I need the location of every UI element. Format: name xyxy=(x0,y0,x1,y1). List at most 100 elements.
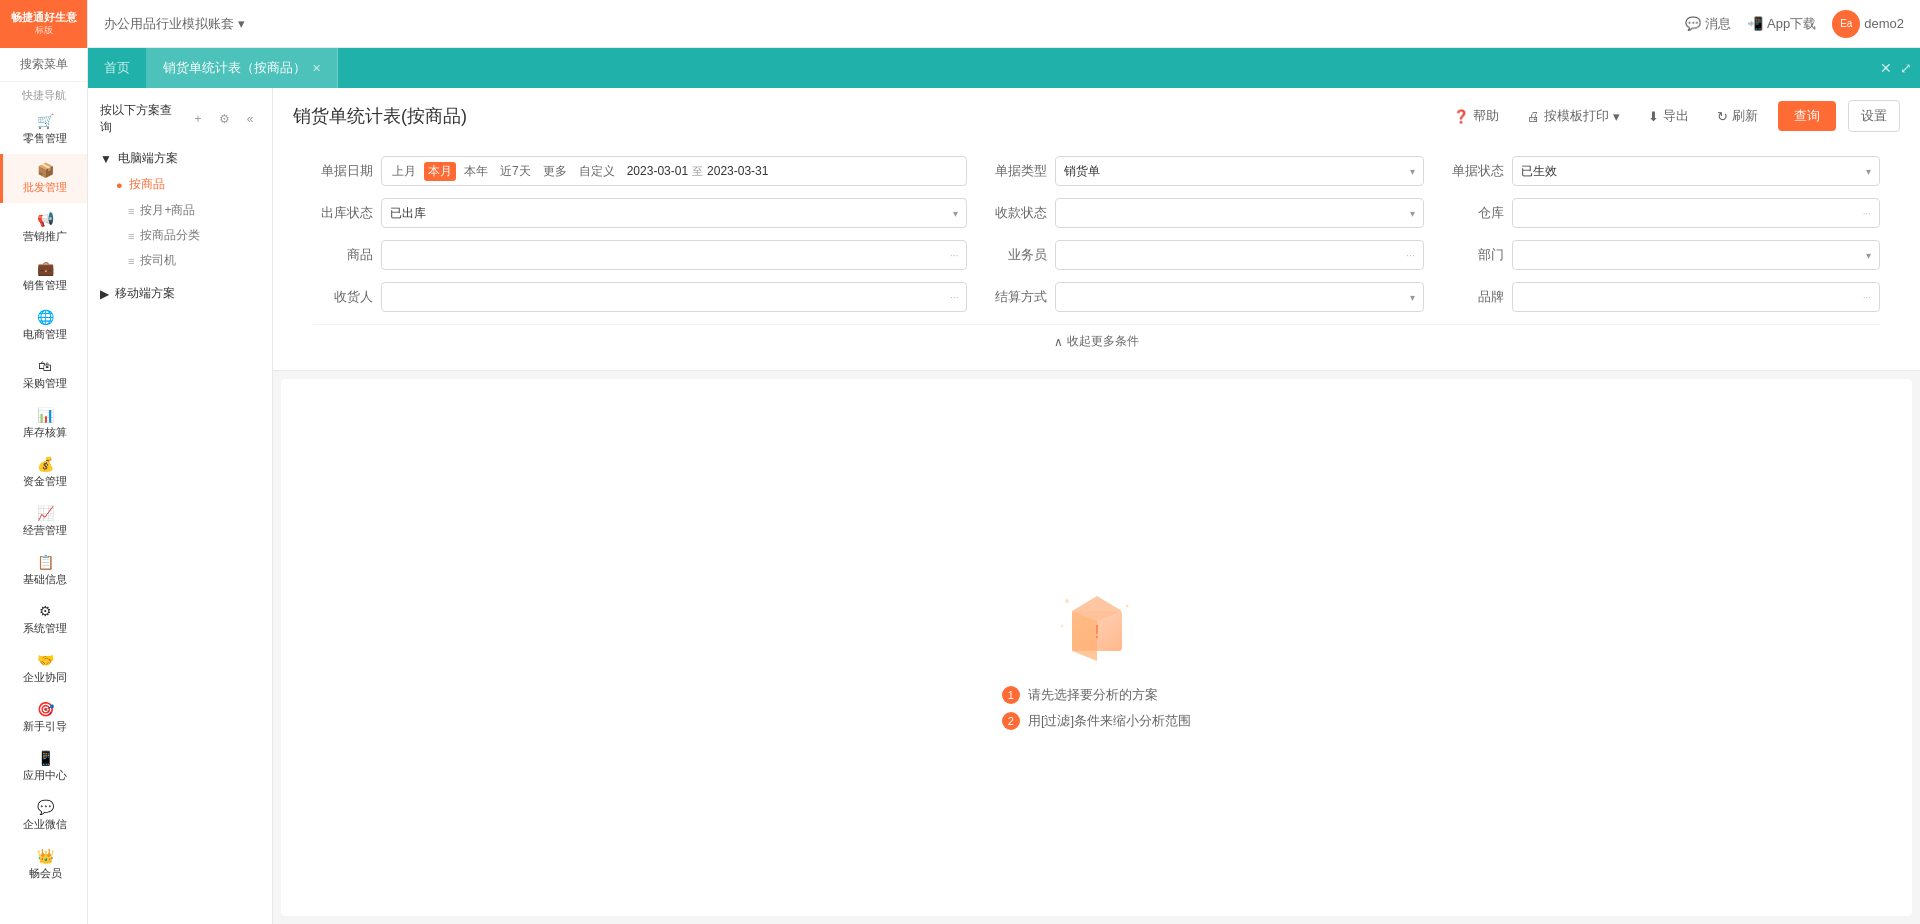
marketing-icon: 📢 xyxy=(37,211,54,227)
sidebar-item-corp[interactable]: 🤝 企业协同 xyxy=(0,644,87,693)
payment-field: 结算方式 ▾ xyxy=(987,282,1423,312)
tab-report-close-icon[interactable]: ✕ xyxy=(312,62,321,75)
user-name-label: demo2 xyxy=(1864,16,1904,31)
export-button[interactable]: ⬇ 导出 xyxy=(1640,103,1697,129)
svg-text:!: ! xyxy=(1094,622,1099,642)
message-button[interactable]: 💬 消息 xyxy=(1685,15,1731,33)
message-icon: 💬 xyxy=(1685,16,1701,31)
status-control[interactable]: 已生效 ▾ xyxy=(1512,156,1880,186)
scheme-by-product[interactable]: ● 按商品 xyxy=(88,171,272,198)
date-label: 单据日期 xyxy=(313,162,373,180)
page-title-row: 销货单统计表(按商品) ❓ 帮助 🖨 按模板打印 ▾ ⬇ xyxy=(293,100,1900,132)
sidebar-item-member[interactable]: 👑 畅会员 xyxy=(0,840,87,889)
date-to-value: 2023-03-31 xyxy=(707,164,768,178)
date-separator: 至 xyxy=(692,164,703,179)
mobile-scheme-header[interactable]: ▶ 移动端方案 xyxy=(88,281,272,306)
print-arrow-icon: ▾ xyxy=(1613,109,1620,124)
settings-scheme-button[interactable]: ⚙ xyxy=(214,109,234,129)
date-tab-7days[interactable]: 近7天 xyxy=(496,162,535,181)
desktop-scheme-arrow-icon: ▼ xyxy=(100,152,112,166)
product-control[interactable]: ··· xyxy=(381,240,967,270)
tab-close-button[interactable]: ✕ xyxy=(1880,60,1892,76)
sidebar-item-appstore[interactable]: 📱 应用中心 xyxy=(0,742,87,791)
search-menu-label[interactable]: 搜索菜单 xyxy=(6,56,81,73)
out-status-label: 出库状态 xyxy=(313,204,373,222)
dept-control[interactable]: ▾ xyxy=(1512,240,1880,270)
svg-point-4 xyxy=(1065,599,1069,603)
tab-report[interactable]: 销货单统计表（按商品） ✕ xyxy=(147,48,338,88)
date-field: 单据日期 上月 本月 本年 近7天 更多 自定义 20 xyxy=(313,156,967,186)
payment-label: 结算方式 xyxy=(987,288,1047,306)
date-range-control[interactable]: 上月 本月 本年 近7天 更多 自定义 2023-03-01 至 2023-03… xyxy=(381,156,967,186)
date-tab-custom[interactable]: 自定义 xyxy=(575,162,619,181)
warehouse-dots-icon: ··· xyxy=(1863,208,1871,219)
user-profile[interactable]: Ea demo2 xyxy=(1832,10,1904,38)
sidebar-item-weixin[interactable]: 💬 企业微信 xyxy=(0,791,87,840)
industry-select[interactable]: 办公用品行业模拟账套 ▾ xyxy=(104,15,245,33)
date-tab-lastmonth[interactable]: 上月 xyxy=(388,162,420,181)
out-status-control[interactable]: 已出库 ▾ xyxy=(381,198,967,228)
empty-tip-1: 1 请先选择要分析的方案 xyxy=(1002,686,1191,704)
print-button[interactable]: 🖨 按模板打印 ▾ xyxy=(1519,103,1628,129)
sidebar-item-wholesale[interactable]: 📦 批发管理 xyxy=(0,154,87,203)
page-actions: ❓ 帮助 🖨 按模板打印 ▾ ⬇ 导出 ↻ xyxy=(1445,100,1900,132)
scheme-by-month-product[interactable]: ≡ 按月+商品 xyxy=(88,198,272,223)
recv-status-control[interactable]: ▾ xyxy=(1055,198,1423,228)
mobile-scheme-arrow-icon: ▶ xyxy=(100,287,109,301)
brand-field: 品牌 ··· xyxy=(1444,282,1880,312)
tab-expand-button[interactable]: ⤢ xyxy=(1900,60,1912,76)
date-tab-more[interactable]: 更多 xyxy=(539,162,571,181)
message-label: 消息 xyxy=(1705,15,1731,33)
sidebar-item-system[interactable]: ⚙ 系统管理 xyxy=(0,595,87,644)
collapse-chevron-icon: ∧ xyxy=(1054,335,1063,349)
sidebar-item-operation[interactable]: 📈 经营管理 xyxy=(0,497,87,546)
avatar: Ea xyxy=(1832,10,1860,38)
out-status-arrow-icon: ▾ xyxy=(953,208,958,219)
scheme-by-driver[interactable]: ≡ 按司机 xyxy=(88,248,272,273)
sidebar-item-purchase[interactable]: 🛍 采购管理 xyxy=(0,350,87,399)
tab-home[interactable]: 首页 xyxy=(88,48,147,88)
logo-area[interactable]: 畅捷通好生意 标版 xyxy=(0,0,87,48)
sidebar-item-finance[interactable]: 💰 资金管理 xyxy=(0,448,87,497)
quick-nav-label[interactable]: 快捷导航 xyxy=(0,82,87,105)
sidebar-item-marketing-label: 营销推广 xyxy=(23,229,67,244)
collapse-more-button[interactable]: ∧ 收起更多条件 xyxy=(313,324,1880,358)
desktop-scheme-label: 电脑端方案 xyxy=(118,150,178,167)
desktop-scheme-section: ▼ 电脑端方案 ● 按商品 ≡ 按月+商品 ≡ 按商品分类 ≡ 按司机 xyxy=(88,142,272,277)
app-download-button[interactable]: 📲 App下载 xyxy=(1747,15,1816,33)
tip-num-2: 2 xyxy=(1002,712,1020,730)
add-scheme-button[interactable]: + xyxy=(188,109,208,129)
sidebar-item-retail[interactable]: 🛒 零售管理 xyxy=(0,105,87,154)
warehouse-field: 仓库 ··· xyxy=(1444,198,1880,228)
scheme-by-category[interactable]: ≡ 按商品分类 xyxy=(88,223,272,248)
sidebar-item-newbie-label: 新手引导 xyxy=(23,719,67,734)
help-button[interactable]: ❓ 帮助 xyxy=(1445,103,1507,129)
recv-status-field: 收款状态 ▾ xyxy=(987,198,1423,228)
sidebar-item-inventory[interactable]: 📊 库存核算 xyxy=(0,399,87,448)
collapse-panel-button[interactable]: « xyxy=(240,109,260,129)
payment-control[interactable]: ▾ xyxy=(1055,282,1423,312)
sidebar-item-ecom[interactable]: 🌐 电商管理 xyxy=(0,301,87,350)
type-control[interactable]: 销货单 ▾ xyxy=(1055,156,1423,186)
refresh-icon: ↻ xyxy=(1717,109,1728,124)
refresh-button[interactable]: ↻ 刷新 xyxy=(1709,103,1766,129)
settings-button[interactable]: 设置 xyxy=(1848,100,1900,132)
query-button[interactable]: 查询 xyxy=(1778,101,1836,131)
sales-rep-control[interactable]: ··· xyxy=(1055,240,1423,270)
print-label: 按模板打印 xyxy=(1544,107,1609,125)
page-header: 销货单统计表(按商品) ❓ 帮助 🖨 按模板打印 ▾ ⬇ xyxy=(273,88,1920,371)
receiver-control[interactable]: ··· xyxy=(381,282,967,312)
brand-control[interactable]: ··· xyxy=(1512,282,1880,312)
sidebar-item-sales[interactable]: 💼 销售管理 xyxy=(0,252,87,301)
sales-rep-field: 业务员 ··· xyxy=(987,240,1423,270)
date-tab-thismonth[interactable]: 本月 xyxy=(424,162,456,181)
tip-text-1: 请先选择要分析的方案 xyxy=(1028,686,1158,704)
sidebar-item-corp-label: 企业协同 xyxy=(23,670,67,685)
warehouse-control[interactable]: ··· xyxy=(1512,198,1880,228)
sidebar-item-basic[interactable]: 📋 基础信息 xyxy=(0,546,87,595)
desktop-scheme-header[interactable]: ▼ 电脑端方案 xyxy=(88,146,272,171)
date-tab-thisyear[interactable]: 本年 xyxy=(460,162,492,181)
sidebar-item-purchase-label: 采购管理 xyxy=(23,376,67,391)
sidebar-item-marketing[interactable]: 📢 营销推广 xyxy=(0,203,87,252)
sidebar-item-newbie[interactable]: 🎯 新手引导 xyxy=(0,693,87,742)
